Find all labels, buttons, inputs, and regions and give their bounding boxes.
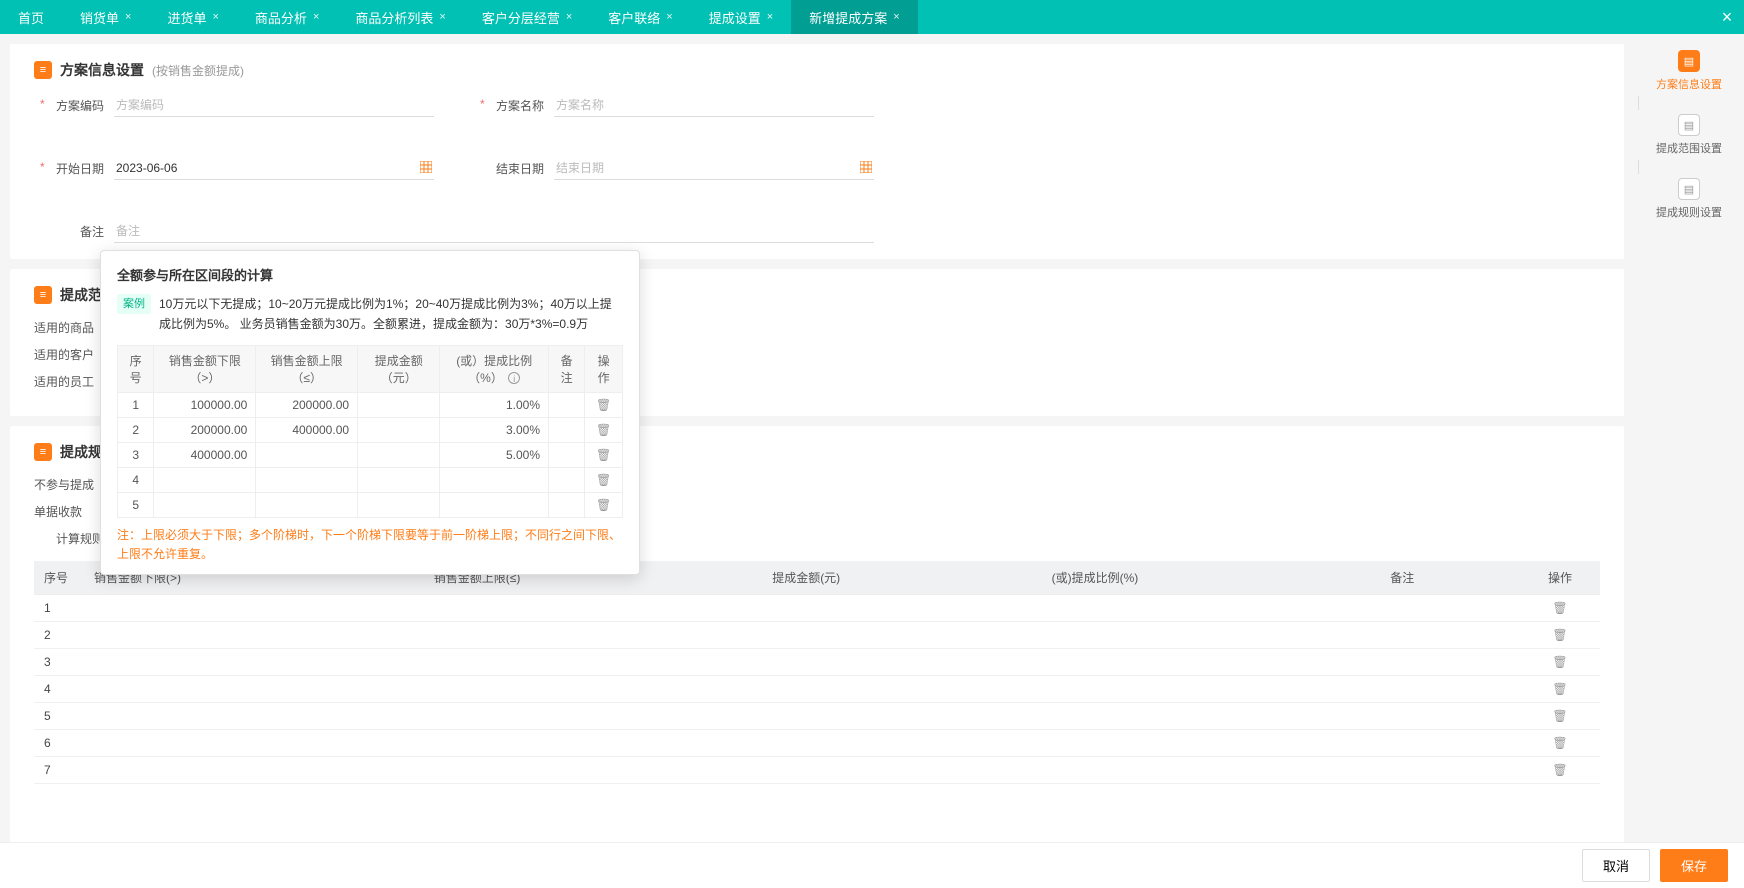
- step-nav-item[interactable]: ▤ 方案信息设置: [1638, 50, 1740, 92]
- tab-close-icon[interactable]: ×: [666, 11, 672, 23]
- tab-客户分层经营[interactable]: 客户分层经营×: [464, 0, 590, 34]
- table-row: 1100000.00200000.001.00%🗑: [118, 392, 623, 417]
- delete-icon[interactable]: 🗑: [1552, 628, 1567, 642]
- label-start-date: 开始日期: [34, 160, 114, 177]
- tab-首页[interactable]: 首页: [0, 0, 62, 34]
- tab-close-icon[interactable]: ×: [893, 11, 899, 23]
- table-row[interactable]: 5🗑: [34, 703, 1600, 730]
- popup-example-table: 序号销售金额下限（>）销售金额上限（≤）提成金额（元）(或）提成比例（%） i备…: [117, 345, 623, 518]
- table-row[interactable]: 6🗑: [34, 730, 1600, 757]
- label-plan-name: 方案名称: [474, 97, 554, 114]
- popup-th: 操作: [585, 345, 623, 392]
- tab-客户联络[interactable]: 客户联络×: [590, 0, 690, 34]
- step-label: 提成规则设置: [1656, 204, 1722, 220]
- section-icon: ≡: [34, 443, 52, 461]
- delete-icon[interactable]: 🗑: [596, 473, 611, 487]
- popup-th: 提成金额（元）: [358, 345, 440, 392]
- delete-icon[interactable]: 🗑: [1552, 682, 1567, 696]
- step-icon: ▤: [1678, 114, 1700, 136]
- rules-th: 操作: [1520, 561, 1600, 595]
- save-button[interactable]: 保存: [1660, 849, 1728, 882]
- tab-销货单[interactable]: 销货单×: [62, 0, 149, 34]
- rules-th: 备注: [1380, 561, 1520, 595]
- section-icon: ≡: [34, 61, 52, 79]
- panel-plan-info: ≡ 方案信息设置 (按销售金额提成) 方案编码 方案名称 开始日期: [10, 44, 1624, 259]
- tab-商品分析[interactable]: 商品分析×: [237, 0, 337, 34]
- delete-icon[interactable]: 🗑: [1552, 601, 1567, 615]
- delete-icon[interactable]: 🗑: [1552, 763, 1567, 777]
- global-close-icon[interactable]: ×: [1710, 0, 1744, 34]
- delete-icon[interactable]: 🗑: [596, 398, 611, 412]
- tab-close-icon[interactable]: ×: [212, 11, 218, 23]
- input-end-date[interactable]: [554, 157, 874, 180]
- tab-新增提成方案[interactable]: 新增提成方案×: [791, 0, 917, 34]
- delete-icon[interactable]: 🗑: [1552, 655, 1567, 669]
- rules-th: 序号: [34, 561, 84, 595]
- table-row: 5🗑: [118, 492, 623, 517]
- tab-商品分析列表[interactable]: 商品分析列表×: [337, 0, 463, 34]
- table-row: 2200000.00400000.003.00%🗑: [118, 417, 623, 442]
- cancel-button[interactable]: 取消: [1582, 849, 1650, 882]
- popup-th: 销售金额下限（>）: [154, 345, 256, 392]
- tab-close-icon[interactable]: ×: [767, 11, 773, 23]
- popup-note: 注：上限必须大于下限；多个阶梯时，下一个阶梯下限要等于前一阶梯上限；不同行之间下…: [117, 526, 623, 564]
- rule-example-popup: 全额参与所在区间段的计算 案例 10万元以下无提成；10~20万元提成比例为1%…: [100, 250, 640, 575]
- tab-提成设置[interactable]: 提成设置×: [691, 0, 791, 34]
- table-row: 3400000.005.00%🗑: [118, 442, 623, 467]
- step-nav-item[interactable]: ▤ 提成规则设置: [1638, 178, 1740, 220]
- step-icon: ▤: [1678, 178, 1700, 200]
- rules-th: 提成金额(元): [762, 561, 1041, 595]
- delete-icon[interactable]: 🗑: [596, 423, 611, 437]
- table-row[interactable]: 3🗑: [34, 649, 1600, 676]
- input-remark[interactable]: [114, 220, 874, 243]
- rules-th: (或)提成比例(%): [1042, 561, 1381, 595]
- footer-bar: 取消 保存: [0, 842, 1744, 888]
- input-plan-name[interactable]: [554, 94, 874, 117]
- label-remark: 备注: [34, 223, 114, 240]
- input-start-date[interactable]: [114, 157, 434, 180]
- table-row[interactable]: 2🗑: [34, 622, 1600, 649]
- input-plan-code[interactable]: [114, 94, 434, 117]
- info-icon[interactable]: i: [508, 372, 520, 384]
- tab-close-icon[interactable]: ×: [439, 11, 445, 23]
- step-icon: ▤: [1678, 50, 1700, 72]
- popup-th: 备注: [549, 345, 585, 392]
- tab-close-icon[interactable]: ×: [313, 11, 319, 23]
- table-row[interactable]: 7🗑: [34, 757, 1600, 784]
- delete-icon[interactable]: 🗑: [596, 448, 611, 462]
- delete-icon[interactable]: 🗑: [1552, 709, 1567, 723]
- tab-close-icon[interactable]: ×: [125, 11, 131, 23]
- popup-title: 全额参与所在区间段的计算: [117, 265, 623, 284]
- popup-case-text: 10万元以下无提成；10~20万元提成比例为1%；20~40万提成比例为3%；4…: [159, 294, 623, 335]
- step-nav-item[interactable]: ▤ 提成范围设置: [1638, 114, 1740, 156]
- label-end-date: 结束日期: [474, 160, 554, 177]
- label-plan-code: 方案编码: [34, 97, 114, 114]
- table-row[interactable]: 4🗑: [34, 676, 1600, 703]
- tab-bar: 首页销货单×进货单×商品分析×商品分析列表×客户分层经营×客户联络×提成设置×新…: [0, 0, 1744, 34]
- table-row[interactable]: 1🗑: [34, 595, 1600, 622]
- popup-th: (或）提成比例（%） i: [440, 345, 549, 392]
- step-label: 提成范围设置: [1656, 140, 1722, 156]
- tab-进货单[interactable]: 进货单×: [149, 0, 236, 34]
- right-step-nav: ▤ 方案信息设置 ▤ 提成范围设置 ▤ 提成规则设置: [1634, 34, 1744, 864]
- panel-subtitle: (按销售金额提成): [152, 62, 244, 79]
- popup-th: 销售金额上限（≤）: [256, 345, 358, 392]
- step-label: 方案信息设置: [1656, 76, 1722, 92]
- tab-close-icon[interactable]: ×: [566, 11, 572, 23]
- table-row: 4🗑: [118, 467, 623, 492]
- popup-th: 序号: [118, 345, 154, 392]
- panel-title: 方案信息设置: [60, 60, 144, 80]
- delete-icon[interactable]: 🗑: [1552, 736, 1567, 750]
- delete-icon[interactable]: 🗑: [596, 498, 611, 512]
- rules-table: 序号销售金额下限(>)销售金额上限(≤)提成金额(元)(或)提成比例(%)备注操…: [34, 561, 1600, 784]
- section-icon: ≡: [34, 286, 52, 304]
- case-badge: 案例: [117, 294, 151, 314]
